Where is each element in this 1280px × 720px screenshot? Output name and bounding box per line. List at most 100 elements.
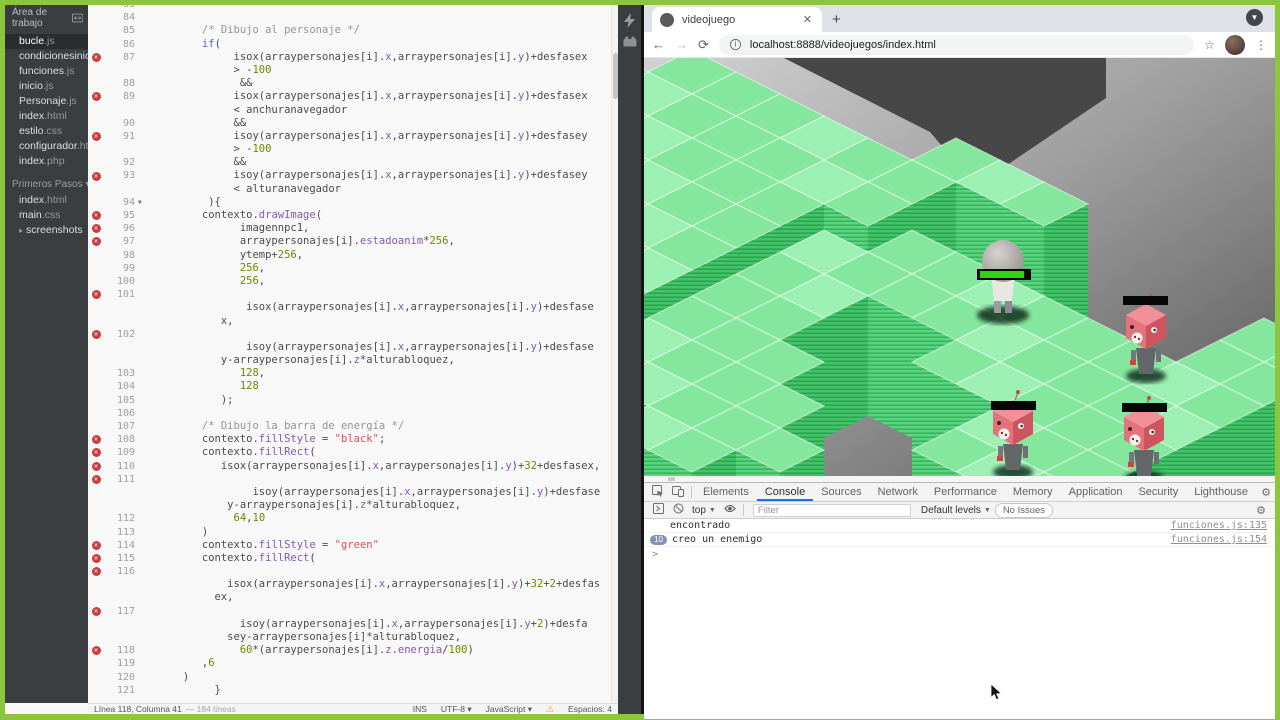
devtools-tab-application[interactable]: Application xyxy=(1061,483,1131,501)
error-marker-icon[interactable]: ✕ xyxy=(91,461,101,471)
devtools-tab-elements[interactable]: Elements xyxy=(695,483,757,501)
sidebar-file[interactable]: estilo.css xyxy=(5,124,88,139)
code-editor[interactable]: 838485 /* Dibujo al personaje */86 if(✕8… xyxy=(88,5,611,703)
new-tab-button[interactable]: + xyxy=(832,11,841,28)
console-prompt[interactable]: > xyxy=(644,547,1275,560)
site-info-icon[interactable]: i xyxy=(729,38,741,51)
sidebar-file[interactable]: Personaje.js xyxy=(5,94,88,109)
console-settings-icon[interactable]: ⚙ xyxy=(1253,504,1269,517)
browser-tab[interactable]: videojuego ✕ xyxy=(652,7,822,32)
bookmark-star-icon[interactable]: ☆ xyxy=(1204,38,1215,52)
code-line: 119 ,6 xyxy=(116,657,215,670)
error-marker-icon[interactable]: ✕ xyxy=(91,474,101,484)
console-source-link[interactable]: funciones.js:135 xyxy=(1171,519,1267,532)
error-marker-icon[interactable]: ✕ xyxy=(91,290,101,300)
sidebar-file[interactable]: index.php xyxy=(5,154,88,169)
sidebar-file[interactable]: main.css xyxy=(5,208,88,223)
split-view-icon xyxy=(71,13,83,23)
devtools-tab-performance[interactable]: Performance xyxy=(926,483,1005,501)
workspace-header[interactable]: Área de trabajo xyxy=(5,5,88,29)
code-line-wrap: isoy(arraypersonajes[i].x,arraypersonaje… xyxy=(145,617,588,630)
tab-strip: videojuego ✕ + ▼ xyxy=(644,5,1275,32)
code-line: ✕ 108 contexto.fillStyle = "black"; xyxy=(88,433,611,446)
sidebar-file[interactable]: condicionesiniciales.js xyxy=(5,49,88,64)
error-marker-icon[interactable]: ✕ xyxy=(91,540,101,550)
back-button[interactable]: ← xyxy=(652,38,665,51)
code-line: 84 xyxy=(122,12,135,24)
error-marker-icon[interactable]: ✕ xyxy=(91,329,101,339)
game-viewport xyxy=(644,58,1275,482)
insert-mode[interactable]: INS xyxy=(413,704,427,714)
encoding-select[interactable]: UTF-8 ▾ xyxy=(441,704,472,715)
game-canvas[interactable] xyxy=(644,58,1275,482)
log-levels-selector[interactable]: Default levels ▼ xyxy=(921,505,991,516)
code-line-wrap: x, xyxy=(145,314,234,327)
code-line-wrap: > -100 xyxy=(145,143,272,156)
sidebar-file[interactable]: index.html xyxy=(5,109,88,124)
error-marker-icon[interactable]: ✕ xyxy=(91,553,101,563)
error-marker-icon[interactable]: ✕ xyxy=(91,52,101,62)
devtools-tab-network[interactable]: Network xyxy=(870,483,926,501)
error-marker-icon[interactable]: ✕ xyxy=(91,567,101,577)
error-marker-icon[interactable]: ✕ xyxy=(91,435,101,445)
devtools-tab-memory[interactable]: Memory xyxy=(1005,483,1061,501)
error-marker-icon[interactable]: ✕ xyxy=(91,92,101,102)
sidebar-section-title[interactable]: Primeros Pasos ▾ xyxy=(5,175,88,193)
error-marker-icon[interactable]: ✕ xyxy=(91,211,101,221)
error-marker-icon[interactable]: ✕ xyxy=(91,171,101,181)
forward-button[interactable]: → xyxy=(675,38,688,51)
address-bar[interactable]: i localhost:8888/videojuegos/index.html xyxy=(718,34,1195,55)
code-line: ✕ 111 xyxy=(88,473,611,486)
error-marker-icon[interactable]: ✕ xyxy=(91,646,101,656)
inspect-element-icon[interactable] xyxy=(650,484,666,500)
indent-setting[interactable]: Espacios: 4 xyxy=(568,704,612,714)
tab-close-icon[interactable]: ✕ xyxy=(801,13,814,26)
sidebar-folder[interactable]: ▸ screenshots xyxy=(5,223,88,238)
code-line-wrap: sey-arraypersonajes[i]*alturabloquez, xyxy=(145,631,462,643)
error-marker-icon[interactable]: ✕ xyxy=(91,606,101,616)
lint-warning-icon[interactable]: ⚠ xyxy=(546,704,554,715)
code-line-wrap: < anchuranavegador xyxy=(145,103,348,116)
console-message-text: encontrado xyxy=(670,520,731,531)
devtools-tab-lighthouse[interactable]: Lighthouse xyxy=(1186,483,1256,501)
menu-kebab-icon[interactable]: ⋮ xyxy=(1255,38,1267,52)
code-line: 121 } xyxy=(116,683,221,696)
console-sidebar-icon[interactable] xyxy=(650,503,666,517)
sidebar-file[interactable]: configurador.html xyxy=(5,139,88,154)
clear-console-icon[interactable] xyxy=(670,503,686,517)
code-line-wrap: isox(arraypersonajes[i].x,arraypersonaje… xyxy=(145,578,601,591)
sidebar-file[interactable]: bucle.js xyxy=(5,34,88,49)
code-line: ✕ 87 isox(arraypersonajes[i].x,arrayperso… xyxy=(88,51,611,64)
eye-icon[interactable] xyxy=(722,504,738,516)
error-marker-icon[interactable]: ✕ xyxy=(91,131,101,141)
console-filter-input[interactable] xyxy=(752,503,911,517)
live-preview-icon[interactable] xyxy=(623,13,636,28)
sidebar-file[interactable]: index.html xyxy=(5,193,88,208)
url-text[interactable]: localhost:8888/videojuegos/index.html xyxy=(750,39,936,51)
devtools-tab-console[interactable]: Console xyxy=(757,483,813,501)
chrome-browser: videojuego ✕ + ▼ ← → ⟳ i localhost:8888/… xyxy=(644,5,1275,719)
sidebar-file[interactable]: inicio.js xyxy=(5,79,88,94)
tab-search-chevron-icon[interactable]: ▼ xyxy=(1246,9,1263,26)
console-source-link[interactable]: funciones.js:154 xyxy=(1171,533,1267,546)
no-issues-badge[interactable]: No Issues xyxy=(994,502,1054,518)
error-marker-icon[interactable]: ✕ xyxy=(91,237,101,247)
devtools-settings-icon[interactable]: ⚙ xyxy=(1258,486,1274,499)
device-toolbar-icon[interactable] xyxy=(670,485,686,500)
editor-side-toolbar xyxy=(618,5,641,714)
profile-avatar[interactable] xyxy=(1225,34,1245,55)
extension-manager-icon[interactable] xyxy=(623,36,637,47)
devtools-tab-security[interactable]: Security xyxy=(1130,483,1186,501)
devtools-panel: Elements Console Sources Network Performance… xyxy=(644,482,1275,719)
reload-button[interactable]: ⟳ xyxy=(698,38,709,51)
code-line: 88 && xyxy=(122,77,253,90)
code-line: 112 64,10 xyxy=(116,512,266,525)
error-marker-icon[interactable]: ✕ xyxy=(91,448,101,458)
code-line-wrap: < alturanavegador xyxy=(145,182,341,195)
project-sidebar: Área de trabajo bucle.jscondicionesinici… xyxy=(5,5,88,703)
devtools-tab-sources[interactable]: Sources xyxy=(813,483,869,501)
language-select[interactable]: JavaScript ▾ xyxy=(486,704,532,715)
error-marker-icon[interactable]: ✕ xyxy=(91,224,101,234)
context-selector[interactable]: top ▼ xyxy=(692,505,716,516)
sidebar-file[interactable]: funciones.js xyxy=(5,64,88,79)
